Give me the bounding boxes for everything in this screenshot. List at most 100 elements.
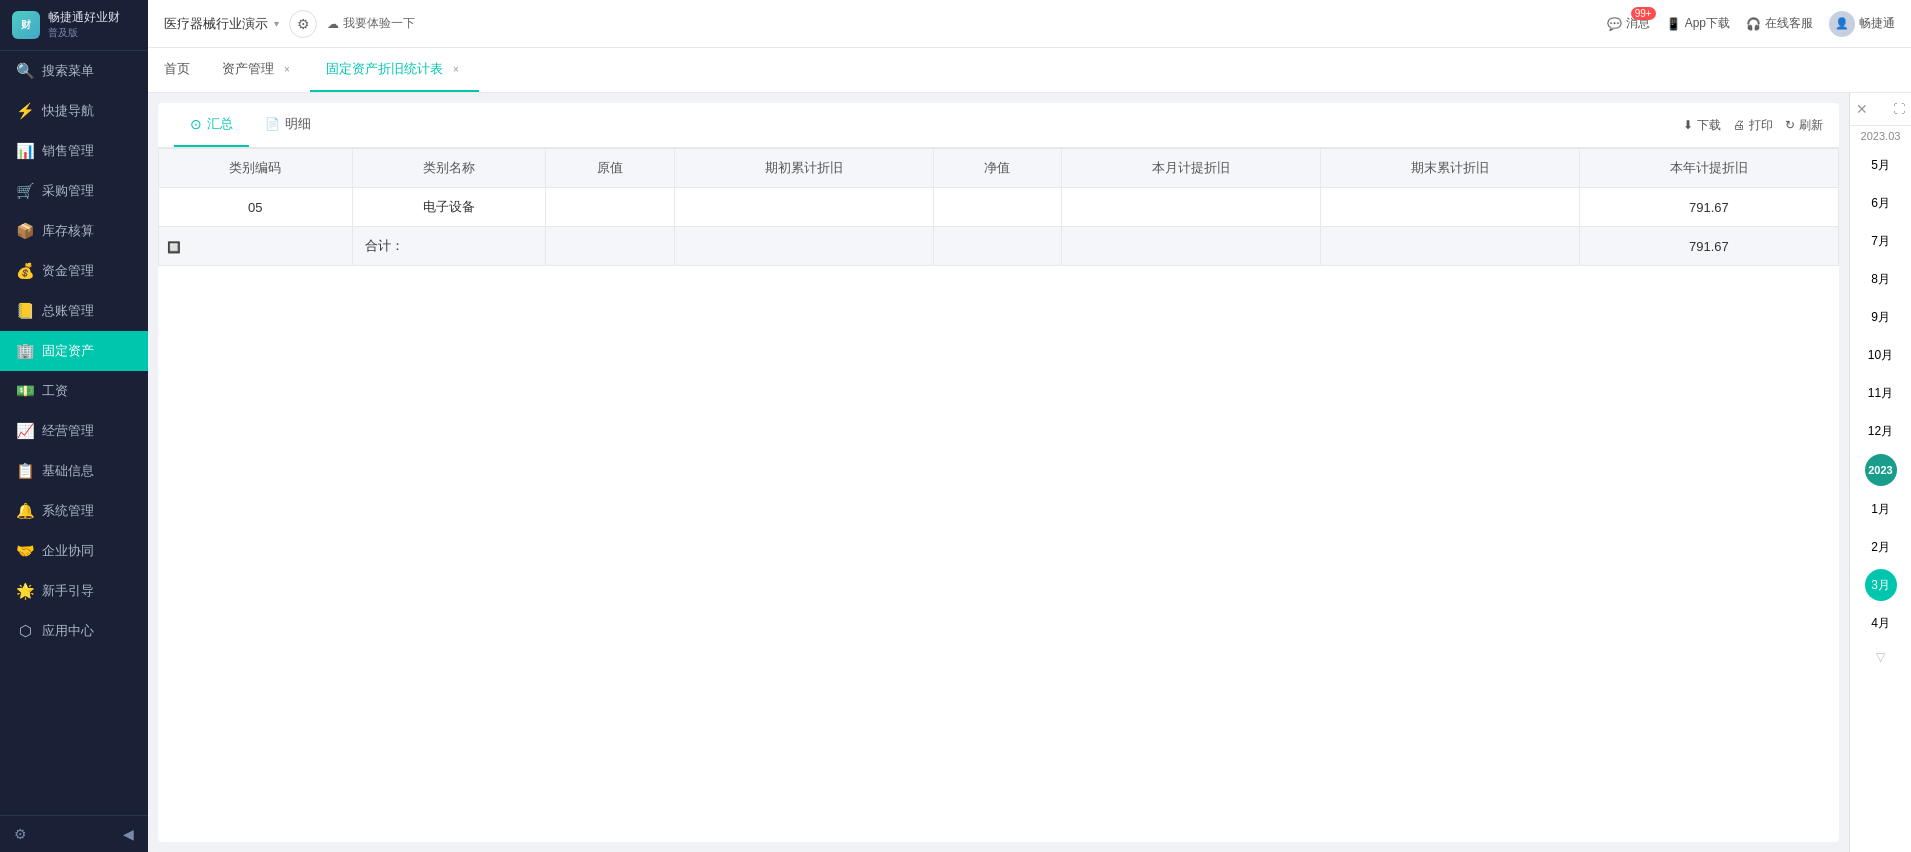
header-left: 医疗器械行业演示 ▾ ⚙ ☁ 我要体验一下 xyxy=(164,10,415,38)
app-logo: 财 畅捷通好业财 普及版 xyxy=(0,0,148,51)
subtotal-monthly-dep xyxy=(1061,227,1320,266)
table-row: 05 电子设备 791.67 xyxy=(159,188,1839,227)
app-download-action[interactable]: 📱 App下载 xyxy=(1666,15,1730,32)
sidebar-label-purchase: 采购管理 xyxy=(42,182,94,200)
customer-service-label: 在线客服 xyxy=(1765,15,1813,32)
month-button[interactable]: 4月 xyxy=(1865,607,1897,639)
month-button[interactable]: 10月 xyxy=(1865,339,1897,371)
detail-icon: 📄 xyxy=(265,117,280,131)
tab-home[interactable]: 首页 xyxy=(148,48,206,92)
sidebar-nav: 🔍 搜索菜单 ⚡ 快捷导航 📊 销售管理 🛒 采购管理 📦 库存核算 💰 资金管… xyxy=(0,51,148,815)
sidebar-item-guide[interactable]: 🌟 新手引导 xyxy=(0,571,148,611)
sub-tab-summary[interactable]: ⊙ 汇总 xyxy=(174,103,249,147)
tab-home-label: 首页 xyxy=(164,60,190,78)
logo-icon: 财 xyxy=(12,11,40,39)
right-panel-expand-icon[interactable]: ⛶ xyxy=(1893,102,1905,116)
sidebar-icon-basic-info: 📋 xyxy=(16,462,34,480)
header-settings-button[interactable]: ⚙ xyxy=(289,10,317,38)
prev-year-label: 2023.03 xyxy=(1850,126,1911,146)
month-button[interactable]: 3月 xyxy=(1865,569,1897,601)
month-button[interactable]: 5月 xyxy=(1865,149,1897,181)
messages-action[interactable]: 💬 消息 99+ xyxy=(1607,15,1650,32)
sidebar-item-basic-info[interactable]: 📋 基础信息 xyxy=(0,451,148,491)
subtotal-net xyxy=(933,227,1061,266)
sidebar-icon-sales: 📊 xyxy=(16,142,34,160)
print-button[interactable]: 🖨 打印 xyxy=(1733,117,1773,134)
month-button[interactable]: 2月 xyxy=(1865,531,1897,563)
month-button[interactable]: 8月 xyxy=(1865,263,1897,295)
subtotal-icon-cell: 🔲 xyxy=(159,227,353,266)
sidebar-item-capital[interactable]: 💰 资金管理 xyxy=(0,251,148,291)
sidebar-label-search: 搜索菜单 xyxy=(42,62,94,80)
app-download-icon: 📱 xyxy=(1666,17,1681,31)
trial-button[interactable]: ☁ 我要体验一下 xyxy=(327,15,415,32)
settings-icon[interactable]: ⚙ xyxy=(14,826,27,842)
tab-asset-mgmt[interactable]: 资产管理 × xyxy=(206,48,310,92)
month-wrap: 12月 xyxy=(1850,412,1911,450)
sidebar-item-system[interactable]: 🔔 系统管理 xyxy=(0,491,148,531)
page-content: ⊙ 汇总 📄 明细 ⬇ 下载 🖨 打印 xyxy=(158,103,1839,842)
nav-arrows: ▽ xyxy=(1850,642,1911,672)
sidebar-icon-operations: 📈 xyxy=(16,422,34,440)
sidebar-item-enterprise[interactable]: 🤝 企业协同 xyxy=(0,531,148,571)
month-wrap: 2月 xyxy=(1850,528,1911,566)
sidebar-icon-capital: 💰 xyxy=(16,262,34,280)
user-action[interactable]: 👤 畅捷通 xyxy=(1829,11,1895,37)
month-wrap: 3月 xyxy=(1850,566,1911,604)
tab-depreciation-close[interactable]: × xyxy=(449,62,463,76)
sidebar-item-sales[interactable]: 📊 销售管理 xyxy=(0,131,148,171)
company-selector[interactable]: 医疗器械行业演示 ▾ xyxy=(164,15,279,33)
cell-net-value xyxy=(933,188,1061,227)
sidebar-icon-quick-nav: ⚡ xyxy=(16,102,34,120)
sidebar-item-search[interactable]: 🔍 搜索菜单 xyxy=(0,51,148,91)
month-button[interactable]: 6月 xyxy=(1865,187,1897,219)
sub-tab-detail[interactable]: 📄 明细 xyxy=(249,103,327,147)
sidebar-label-sales: 销售管理 xyxy=(42,142,94,160)
cell-category-code: 05 xyxy=(159,188,353,227)
sidebar-item-app-center[interactable]: ⬡ 应用中心 xyxy=(0,611,148,651)
right-panel-close-icon[interactable]: ✕ xyxy=(1856,101,1868,117)
col-annual-depreciation: 本年计提折旧 xyxy=(1579,149,1838,188)
sidebar: 财 畅捷通好业财 普及版 🔍 搜索菜单 ⚡ 快捷导航 📊 销售管理 🛒 采购管理… xyxy=(0,0,148,852)
sidebar-item-operations[interactable]: 📈 经营管理 xyxy=(0,411,148,451)
nav-down-icon[interactable]: ▽ xyxy=(1872,646,1889,668)
sidebar-icon-enterprise: 🤝 xyxy=(16,542,34,560)
sidebar-item-quick-nav[interactable]: ⚡ 快捷导航 xyxy=(0,91,148,131)
sidebar-item-fixed-assets[interactable]: 🏢 固定资产 xyxy=(0,331,148,371)
month-button[interactable]: 7月 xyxy=(1865,225,1897,257)
sidebar-icon-inventory: 📦 xyxy=(16,222,34,240)
subtotal-period-end-dep xyxy=(1320,227,1579,266)
subtotal-annual-dep: 791.67 xyxy=(1579,227,1838,266)
company-name: 医疗器械行业演示 xyxy=(164,15,268,33)
sub-tab-bar: ⊙ 汇总 📄 明细 ⬇ 下载 🖨 打印 xyxy=(158,103,1839,148)
month-wrap: 10月 xyxy=(1850,336,1911,374)
download-button[interactable]: ⬇ 下载 xyxy=(1683,117,1721,134)
month-wrap: 6月 xyxy=(1850,184,1911,222)
customer-service-action[interactable]: 🎧 在线客服 xyxy=(1746,15,1813,32)
tab-bar: 首页 资产管理 × 固定资产折旧统计表 × xyxy=(148,48,1911,93)
collapse-icon[interactable]: ◀ xyxy=(123,826,134,842)
cell-initial-depreciation xyxy=(674,188,933,227)
sidebar-item-inventory[interactable]: 📦 库存核算 xyxy=(0,211,148,251)
customer-service-icon: 🎧 xyxy=(1746,17,1761,31)
refresh-button[interactable]: ↻ 刷新 xyxy=(1785,117,1823,134)
month-wrap: 4月 xyxy=(1850,604,1911,642)
sidebar-item-payroll[interactable]: 💵 工资 xyxy=(0,371,148,411)
month-wrap: 8月 xyxy=(1850,260,1911,298)
month-button[interactable]: 11月 xyxy=(1865,377,1897,409)
sidebar-label-inventory: 库存核算 xyxy=(42,222,94,240)
download-icon: ⬇ xyxy=(1683,118,1693,132)
logo-text: 畅捷通好业财 xyxy=(48,10,120,26)
tab-depreciation-report[interactable]: 固定资产折旧统计表 × xyxy=(310,48,479,92)
avatar: 👤 xyxy=(1829,11,1855,37)
sidebar-item-ledger[interactable]: 📒 总账管理 xyxy=(0,291,148,331)
month-button[interactable]: 9月 xyxy=(1865,301,1897,333)
sidebar-footer: ⚙ ◀ xyxy=(0,815,148,852)
cell-annual-depreciation: 791.67 xyxy=(1579,188,1838,227)
month-button[interactable]: 12月 xyxy=(1865,415,1897,447)
month-button[interactable]: 1月 xyxy=(1865,493,1897,525)
current-year-label[interactable]: 2023 xyxy=(1865,454,1897,486)
messages-icon: 💬 xyxy=(1607,17,1622,31)
tab-asset-mgmt-close[interactable]: × xyxy=(280,62,294,76)
sidebar-item-purchase[interactable]: 🛒 采购管理 xyxy=(0,171,148,211)
